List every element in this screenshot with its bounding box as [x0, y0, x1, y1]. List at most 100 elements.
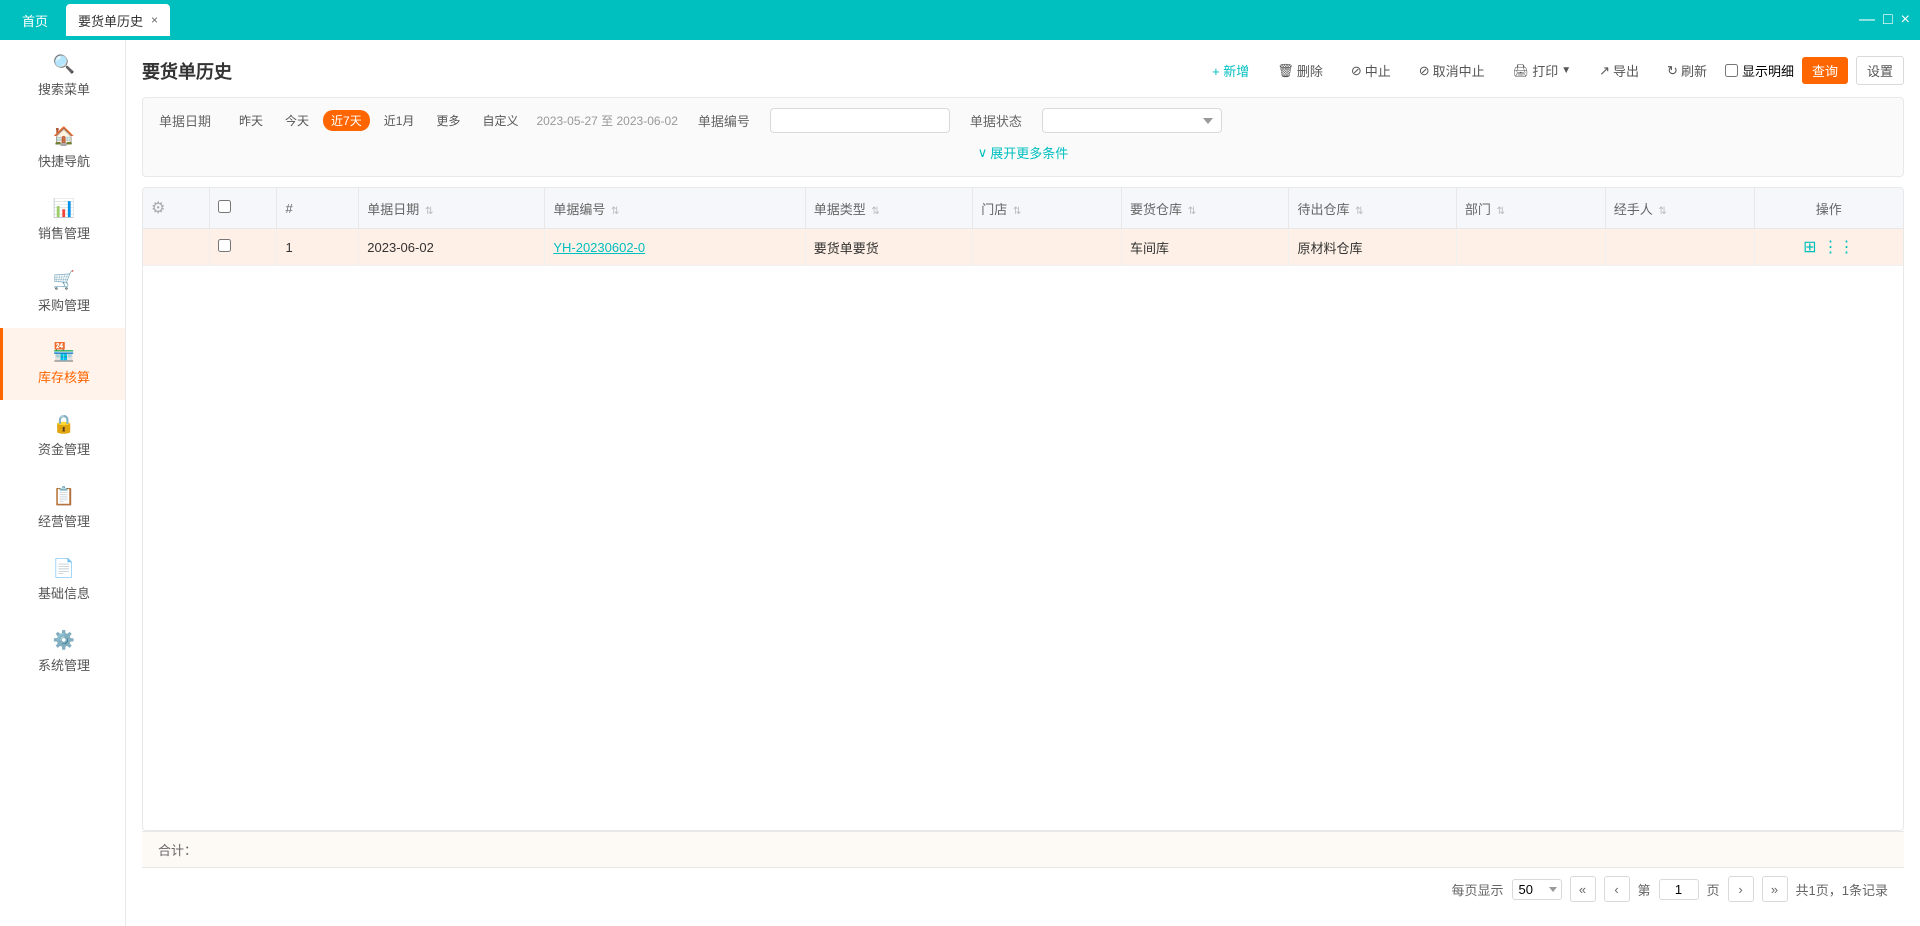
- col-pending-warehouse-label: 待出仓库: [1297, 202, 1349, 217]
- toolbar: + 新增 🗑 删除 ⊘ 中止 ⊘ 取消中止 🖨 打印 ▼: [1202, 56, 1904, 85]
- pagination-total-info: 共1页，1条记录: [1796, 880, 1888, 899]
- col-store-header: 门店 ⇅: [973, 188, 1122, 229]
- row-doc-type: 要货单要货: [805, 229, 972, 266]
- sidebar-item-sales-mgmt-label: 销售管理: [38, 223, 90, 242]
- shortcut-custom[interactable]: 自定义: [474, 110, 526, 131]
- cancel-stop-button[interactable]: ⊘ 取消中止: [1409, 57, 1495, 84]
- sort-doc-type-icon[interactable]: ⇅: [871, 206, 879, 217]
- summary-label: 合计：: [158, 840, 197, 859]
- page-title: 要货单历史: [142, 58, 232, 84]
- sidebar-item-basic-info[interactable]: 📄 基础信息: [0, 544, 125, 616]
- inventory-icon: 🏪: [53, 342, 75, 363]
- shortcut-more[interactable]: 更多: [428, 110, 468, 131]
- col-doc-number-header: 单据编号 ⇅: [545, 188, 805, 229]
- sort-handler-icon[interactable]: ⇅: [1658, 206, 1666, 217]
- delete-button[interactable]: 🗑 删除: [1267, 57, 1333, 84]
- col-settings: ⚙: [143, 188, 210, 229]
- sidebar-item-sys-mgmt[interactable]: ⚙️ 系统管理: [0, 616, 125, 688]
- shortcut-yesterday[interactable]: 昨天: [231, 110, 271, 131]
- content-area: 要货单历史 + 新增 🗑 删除 ⊘ 中止 ⊘ 取消中止 🖨 打印: [126, 40, 1920, 926]
- sidebar-item-inventory[interactable]: 🏪 库存核算: [0, 328, 125, 400]
- row-doc-number: YH-20230602-0: [545, 229, 805, 266]
- close-window-icon[interactable]: ×: [1901, 11, 1910, 29]
- row-checkbox[interactable]: [218, 239, 231, 252]
- tab-close-icon[interactable]: ×: [151, 13, 158, 27]
- table-header-row: ⚙ # 单据日期 ⇅ 单据编号 ⇅: [143, 188, 1903, 229]
- prev-page-button[interactable]: ‹: [1604, 876, 1630, 902]
- new-button[interactable]: + 新增: [1202, 57, 1259, 84]
- sidebar-item-sales-mgmt[interactable]: 📊 销售管理: [0, 184, 125, 256]
- settings-button[interactable]: 设置: [1856, 56, 1904, 85]
- next-page-button[interactable]: ›: [1728, 876, 1754, 902]
- delete-icon: 🗑: [1277, 63, 1294, 79]
- page-suffix-label: 页: [1707, 880, 1720, 899]
- first-page-button[interactable]: «: [1570, 876, 1596, 902]
- stop-button[interactable]: ⊘ 中止: [1341, 57, 1401, 84]
- sort-dept-icon[interactable]: ⇅: [1497, 206, 1505, 217]
- sidebar-item-purchase-mgmt[interactable]: 🛒 采购管理: [0, 256, 125, 328]
- filter-bar: 单据日期 昨天 今天 近7天 近1月 更多 自定义 2023-05-27 至 2…: [142, 97, 1904, 177]
- doc-status-select[interactable]: [1042, 108, 1222, 133]
- row-doc-date: 2023-06-02: [359, 229, 545, 266]
- table-container: ⚙ # 单据日期 ⇅ 单据编号 ⇅: [142, 187, 1904, 831]
- refresh-icon: ↻: [1667, 63, 1678, 79]
- shortcut-last7days[interactable]: 近7天: [323, 110, 370, 131]
- doc-status-label: 单据状态: [970, 111, 1022, 130]
- basic-info-icon: 📄: [53, 558, 75, 579]
- tab-home[interactable]: 首页: [10, 4, 60, 36]
- sidebar-item-sys-mgmt-label: 系统管理: [38, 655, 90, 674]
- sort-store-icon[interactable]: ⇅: [1013, 206, 1021, 217]
- sort-doc-date-icon[interactable]: ⇅: [425, 206, 433, 217]
- show-detail-toggle[interactable]: 显示明细: [1725, 61, 1794, 80]
- sidebar-item-basic-info-label: 基础信息: [38, 583, 90, 602]
- doc-number-label: 单据编号: [698, 111, 750, 130]
- print-dropdown-icon: ▼: [1561, 65, 1571, 76]
- print-button[interactable]: 🖨 打印 ▼: [1503, 57, 1581, 84]
- query-button[interactable]: 查询: [1802, 57, 1848, 84]
- refresh-button[interactable]: ↻ 刷新: [1657, 57, 1717, 84]
- row-more-icon[interactable]: ⋮⋮: [1822, 237, 1854, 257]
- doc-number-input[interactable]: [770, 108, 950, 133]
- show-detail-label: 显示明细: [1742, 61, 1794, 80]
- col-doc-type-header: 单据类型 ⇅: [805, 188, 972, 229]
- select-all-checkbox[interactable]: [218, 200, 231, 213]
- sidebar-item-quick-nav[interactable]: 🏠 快捷导航: [0, 112, 125, 184]
- sort-pending-warehouse-icon[interactable]: ⇅: [1355, 206, 1363, 217]
- doc-date-label: 单据日期: [159, 111, 211, 130]
- sidebar: 🔍 搜索菜单 🏠 快捷导航 📊 销售管理 🛒 采购管理 🏪 库存核算 🔒 资金管…: [0, 40, 126, 926]
- date-shortcuts: 昨天 今天 近7天 近1月 更多 自定义 2023-05-27 至 2023-0…: [231, 110, 678, 131]
- ops-mgmt-icon: 📋: [53, 486, 75, 507]
- minimize-icon[interactable]: —: [1859, 11, 1875, 29]
- sidebar-item-search-menu[interactable]: 🔍 搜索菜单: [0, 40, 125, 112]
- expand-icon[interactable]: □: [1883, 11, 1893, 29]
- row-operations: ⊞ ⋮⋮: [1754, 229, 1903, 266]
- last-page-button[interactable]: »: [1762, 876, 1788, 902]
- row-checkbox-cell: [210, 229, 277, 266]
- per-page-label: 每页显示: [1451, 880, 1503, 899]
- page-number-input[interactable]: [1659, 879, 1699, 900]
- shortcut-today[interactable]: 今天: [277, 110, 317, 131]
- tab-requisition-history[interactable]: 要货单历史 ×: [66, 4, 170, 36]
- export-button[interactable]: ↗ 导出: [1589, 57, 1649, 84]
- stop-icon: ⊘: [1351, 63, 1362, 79]
- sort-doc-number-icon[interactable]: ⇅: [611, 206, 619, 217]
- finance-mgmt-icon: 🔒: [53, 414, 75, 435]
- sidebar-item-ops-mgmt[interactable]: 📋 经营管理: [0, 472, 125, 544]
- table-settings-icon[interactable]: ⚙: [151, 200, 165, 217]
- pagination: 每页显示 50 20 100 « ‹ 第 页 › » 共1页，1条记录: [142, 867, 1904, 910]
- row-settings-cell: [143, 229, 210, 266]
- shortcut-last1month[interactable]: 近1月: [376, 110, 423, 131]
- sidebar-item-finance-mgmt[interactable]: 🔒 资金管理: [0, 400, 125, 472]
- cancel-stop-icon: ⊘: [1419, 63, 1430, 79]
- expand-filter-button[interactable]: ∨ 展开更多条件: [970, 139, 1077, 166]
- doc-number-link[interactable]: YH-20230602-0: [553, 240, 645, 255]
- sort-req-warehouse-icon[interactable]: ⇅: [1188, 206, 1196, 217]
- doc-status-select-wrapper: [1042, 108, 1222, 133]
- tab-home-label: 首页: [22, 11, 48, 30]
- row-view-icon[interactable]: ⊞: [1803, 237, 1816, 257]
- per-page-select[interactable]: 50 20 100: [1512, 879, 1562, 900]
- table-row: 1 2023-06-02 YH-20230602-0 要货单要货 车间库 原材料…: [143, 229, 1903, 266]
- col-handler-label: 经手人: [1614, 202, 1653, 217]
- top-bar: 首页 要货单历史 × — □ ×: [0, 0, 1920, 40]
- show-detail-checkbox[interactable]: [1725, 64, 1738, 77]
